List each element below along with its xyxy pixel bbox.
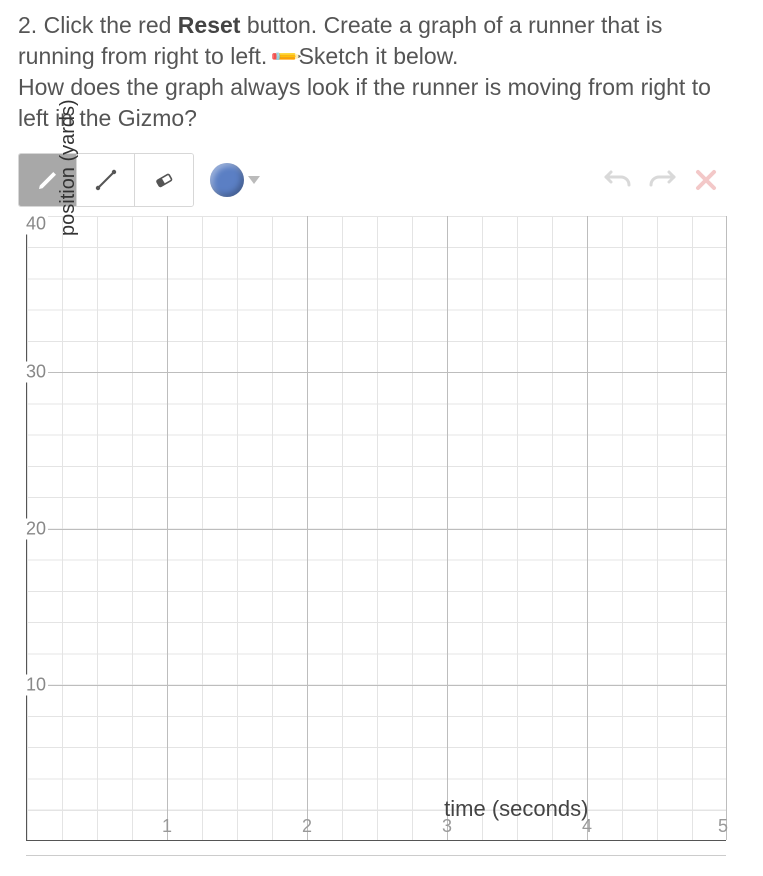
position-time-chart[interactable]: 40 30 20 10 1 2 3 4 5 position (yards) t… [26, 216, 726, 841]
y-axis-label: position (yards) [57, 99, 80, 236]
y-tick-label: 30 [24, 362, 48, 383]
redo-button[interactable] [640, 158, 684, 202]
pencil-icon [36, 168, 60, 192]
grid-major-h [27, 685, 726, 686]
color-swatch-icon [210, 163, 244, 197]
question-sketch: Sketch it below. [299, 43, 459, 69]
grid-major-v [726, 216, 727, 840]
drawing-toolbar [18, 152, 728, 208]
undo-icon [603, 168, 633, 192]
question-part3: How does the graph always look if the ru… [18, 74, 711, 131]
line-icon [93, 167, 119, 193]
close-icon [693, 167, 719, 193]
question-part1: Click the red [44, 12, 178, 38]
question-text: 2. Click the red Reset button. Create a … [18, 10, 745, 134]
x-tick-label: 1 [162, 816, 172, 837]
eraser-icon [151, 167, 177, 193]
line-tool-button[interactable] [77, 154, 135, 206]
grid-major-h [27, 529, 726, 530]
reset-word: Reset [178, 12, 241, 38]
bottom-divider [26, 855, 726, 861]
undo-button[interactable] [596, 158, 640, 202]
x-axis-label: time (seconds) [444, 796, 588, 822]
x-tick-label: 5 [718, 816, 728, 837]
chevron-down-icon [248, 176, 260, 184]
close-button[interactable] [684, 158, 728, 202]
question-number: 2. [18, 12, 37, 38]
x-tick-label: 2 [302, 816, 312, 837]
tool-group [18, 153, 194, 207]
y-tick-label: 40 [24, 214, 48, 235]
eraser-tool-button[interactable] [135, 154, 193, 206]
y-tick-label: 10 [24, 674, 48, 695]
grid-major-h [27, 372, 726, 373]
color-picker-button[interactable] [210, 163, 260, 197]
y-tick-label: 20 [24, 518, 48, 539]
redo-icon [647, 168, 677, 192]
chart-container: 40 30 20 10 1 2 3 4 5 position (yards) t… [18, 216, 728, 861]
